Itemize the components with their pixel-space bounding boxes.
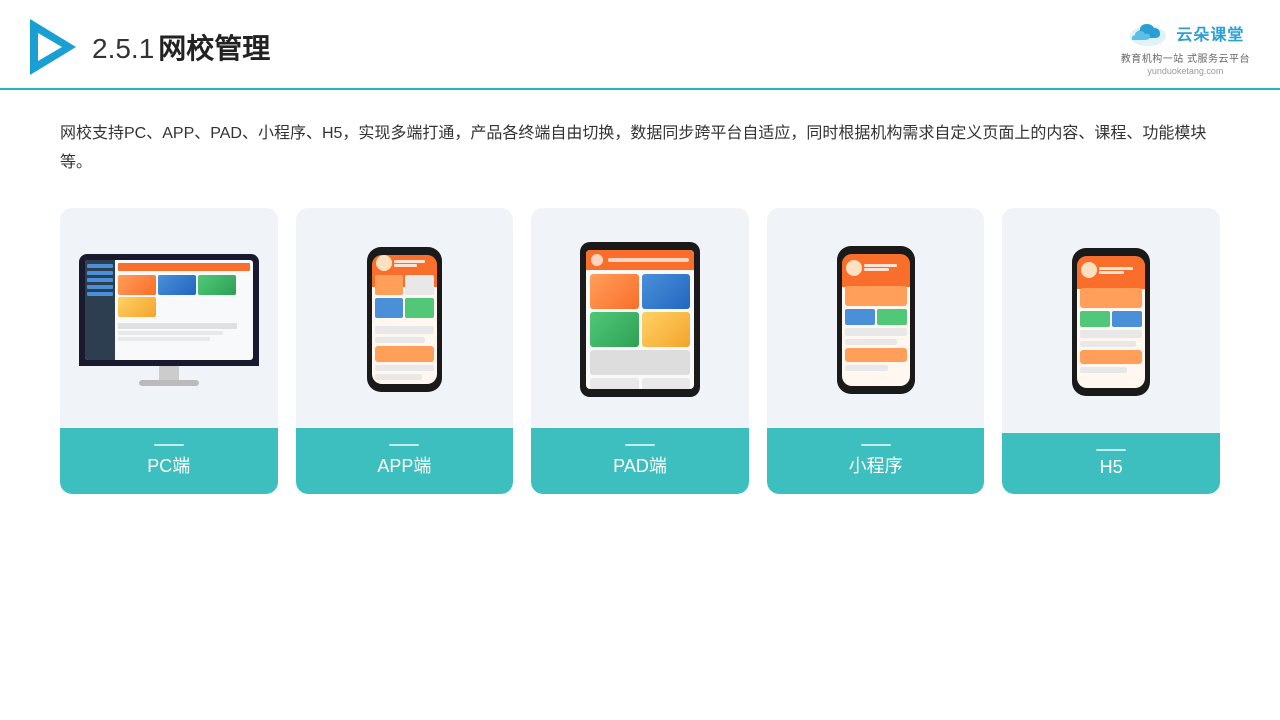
label-decoration — [625, 444, 655, 446]
card-pc-label: PC端 — [60, 428, 278, 494]
card-miniprogram-label: 小程序 — [767, 428, 985, 494]
cloud-icon — [1126, 18, 1170, 48]
card-app-image — [296, 208, 514, 428]
card-miniprogram: 小程序 — [767, 208, 985, 494]
card-pad-label: PAD端 — [531, 428, 749, 494]
card-h5-image — [1002, 208, 1220, 433]
card-pc: PC端 — [60, 208, 278, 494]
label-decoration — [154, 444, 184, 446]
card-app: APP端 — [296, 208, 514, 494]
page-title: 2.5.1网校管理 — [92, 27, 270, 67]
card-miniprogram-image — [767, 208, 985, 428]
app-phone-icon — [367, 247, 442, 392]
card-pad-image — [531, 208, 749, 428]
device-cards: PC端 — [60, 208, 1220, 494]
label-decoration — [389, 444, 419, 446]
miniprogram-phone-icon — [837, 246, 915, 394]
label-decoration — [861, 444, 891, 446]
page-header: 2.5.1网校管理 云朵课堂 教育机构一站 式服务云平台 yunduoketan… — [0, 0, 1280, 90]
pad-ipad-icon — [580, 242, 700, 397]
card-pc-image — [60, 208, 278, 428]
brand-url: yunduoketang.com — [1147, 66, 1223, 76]
card-h5-label: H5 — [1002, 433, 1220, 494]
card-app-label: APP端 — [296, 428, 514, 494]
pc-monitor-icon — [79, 254, 259, 386]
card-pad: PAD端 — [531, 208, 749, 494]
section-number: 2.5.1 — [92, 33, 154, 64]
label-decoration — [1096, 449, 1126, 451]
brand-name: 云朵课堂 — [1176, 21, 1244, 45]
brand-tagline: 教育机构一站 式服务云平台 — [1121, 50, 1250, 65]
h5-phone-icon — [1072, 248, 1150, 396]
header-left: 2.5.1网校管理 — [30, 19, 270, 75]
logo-icon — [30, 19, 76, 75]
brand-area: 云朵课堂 教育机构一站 式服务云平台 yunduoketang.com — [1121, 18, 1250, 76]
card-h5: H5 — [1002, 208, 1220, 494]
brand-logo: 云朵课堂 — [1126, 18, 1244, 48]
main-content: 网校支持PC、APP、PAD、小程序、H5，实现多端打通，产品各终端自由切换，数… — [0, 90, 1280, 514]
description-text: 网校支持PC、APP、PAD、小程序、H5，实现多端打通，产品各终端自由切换，数… — [60, 120, 1220, 178]
